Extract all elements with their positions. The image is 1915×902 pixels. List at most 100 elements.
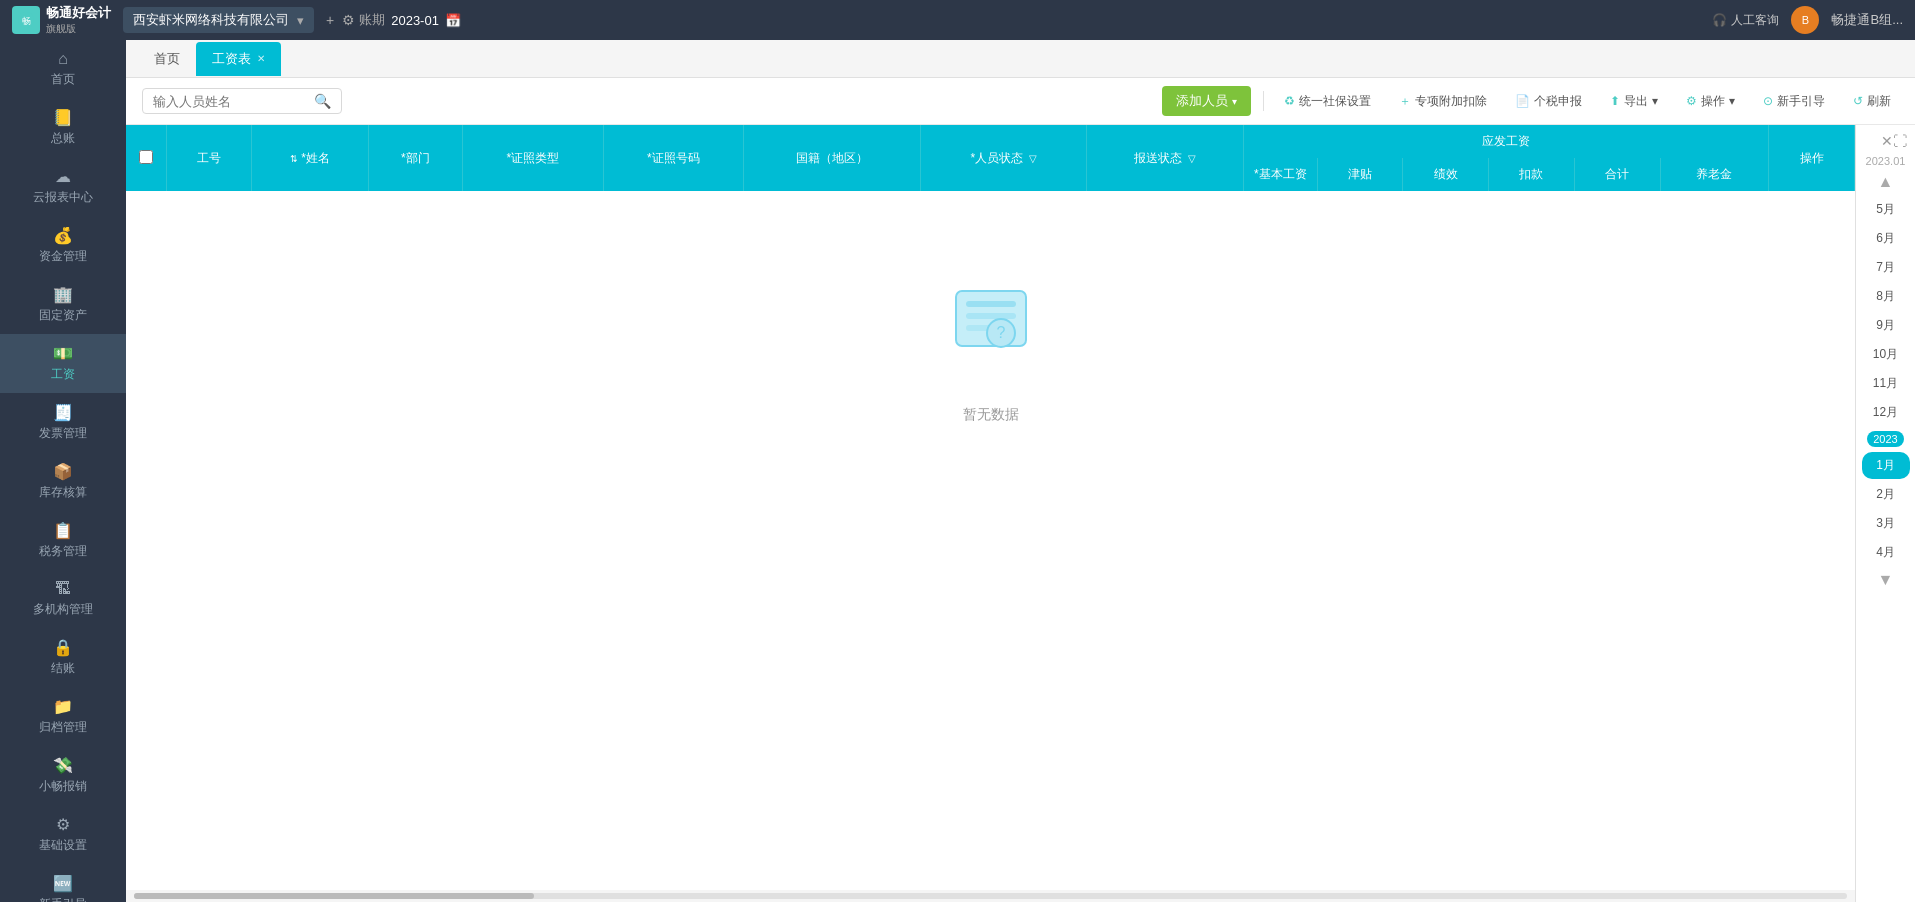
table-area: 工号 ⇅ *姓名 *部门 *证照类型 *证照号码 国籍（地区） xyxy=(126,125,1855,902)
th-dept: *部门 xyxy=(368,125,463,191)
svg-rect-3 xyxy=(966,301,1016,307)
sidebar-label-home: 首页 xyxy=(51,71,75,88)
th-report-status: 报送状态 ▽ xyxy=(1086,125,1243,191)
right-panel-expand-btn[interactable]: ⛶ xyxy=(1893,133,1907,149)
settings-btn[interactable]: ⚙ xyxy=(338,8,359,32)
sidebar-item-fund[interactable]: 💰 资金管理 xyxy=(0,216,126,275)
social-security-btn[interactable]: ♻ 统一社保设置 xyxy=(1276,89,1379,114)
month-3[interactable]: 3月 xyxy=(1862,510,1910,537)
user-area: 🎧 人工客询 B 畅捷通B组... xyxy=(1712,6,1903,34)
period-calendar-icon[interactable]: 📅 xyxy=(445,13,461,28)
svg-text:?: ? xyxy=(996,324,1005,341)
company-name: 西安虾米网络科技有限公司 xyxy=(133,11,289,29)
th-allowance: 津贴 xyxy=(1317,158,1403,191)
sidebar-item-home[interactable]: ⌂ 首页 xyxy=(0,40,126,98)
guide-icon: 🆕 xyxy=(53,874,73,893)
add-company-btn[interactable]: + xyxy=(322,8,338,32)
th-base-salary: *基本工资 xyxy=(1243,158,1317,191)
month-2[interactable]: 2月 xyxy=(1862,481,1910,508)
period-value: 2023-01 xyxy=(391,13,439,28)
sidebar-label-archive: 归档管理 xyxy=(39,719,87,736)
tab-salary-label: 工资表 xyxy=(212,50,251,68)
add-person-btn[interactable]: 添加人员 ▾ xyxy=(1162,86,1251,116)
sidebar-item-settings[interactable]: ⚙ 基础设置 xyxy=(0,805,126,864)
search-input[interactable] xyxy=(153,94,314,109)
company-selector[interactable]: 西安虾米网络科技有限公司 ▾ xyxy=(123,7,314,33)
scrollbar-thumb[interactable] xyxy=(134,893,534,899)
th-insurance: 养老金 xyxy=(1660,158,1769,191)
multi-org-icon: 🏗 xyxy=(55,580,71,598)
sidebar-label-settings: 基础设置 xyxy=(39,837,87,854)
year-2023-badge: 2023 xyxy=(1867,431,1903,447)
report-status-filter-icon[interactable]: ▽ xyxy=(1188,153,1196,164)
refresh-btn[interactable]: ↺ 刷新 xyxy=(1845,89,1899,114)
status-filter-icon[interactable]: ▽ xyxy=(1029,153,1037,164)
month-7[interactable]: 7月 xyxy=(1862,254,1910,281)
sidebar-label-multi-org: 多机构管理 xyxy=(33,601,93,618)
new-guide-btn[interactable]: ⊙ 新手引导 xyxy=(1755,89,1833,114)
month-5[interactable]: 5月 xyxy=(1862,196,1910,223)
month-1-active[interactable]: 1月 xyxy=(1862,452,1910,479)
sidebar-item-multi-org[interactable]: 🏗 多机构管理 xyxy=(0,570,126,628)
tab-salary-table[interactable]: 工资表 ✕ xyxy=(196,42,281,76)
fund-icon: 💰 xyxy=(53,226,73,245)
headset-icon: 🎧 xyxy=(1712,13,1727,27)
special-deduction-btn[interactable]: ＋ 专项附加扣除 xyxy=(1391,89,1495,114)
month-9[interactable]: 9月 xyxy=(1862,312,1910,339)
right-panel-close-btn[interactable]: ✕ xyxy=(1881,133,1893,149)
operation-label: 操作 xyxy=(1701,93,1725,110)
add-person-label: 添加人员 xyxy=(1176,92,1228,110)
tab-home-label: 首页 xyxy=(154,50,180,68)
sidebar-item-invoice[interactable]: 🧾 发票管理 xyxy=(0,393,126,452)
operation-btn[interactable]: ⚙ 操作 ▾ xyxy=(1678,89,1743,114)
th-deduction: 扣款 xyxy=(1489,158,1575,191)
th-region: 国籍（地区） xyxy=(743,125,920,191)
sidebar-item-inventory[interactable]: 📦 库存核算 xyxy=(0,452,126,511)
export-btn[interactable]: ⬆ 导出 ▾ xyxy=(1602,89,1666,114)
sidebar-label-invoice: 发票管理 xyxy=(39,425,87,442)
content-area: 首页 工资表 ✕ 🔍 添加人员 ▾ xyxy=(126,40,1915,902)
th-salary-group: 应发工资 xyxy=(1243,125,1768,158)
right-month-panel: ✕ ⛶ 2023.01 ▲ 5月 6月 7月 8月 9月 10月 11月 12月… xyxy=(1855,125,1915,902)
user-avatar: B xyxy=(1791,6,1819,34)
tax-report-label: 个税申报 xyxy=(1534,93,1582,110)
tab-bar: 首页 工资表 ✕ xyxy=(126,40,1915,78)
tab-home[interactable]: 首页 xyxy=(138,42,196,76)
service-btn[interactable]: 🎧 人工客询 xyxy=(1712,12,1779,29)
month-11[interactable]: 11月 xyxy=(1862,370,1910,397)
app-logo: 畅 畅通好会计 旗舰版 xyxy=(12,4,111,36)
sidebar-item-archive[interactable]: 📁 归档管理 xyxy=(0,687,126,746)
add-btn-dropdown-arrow: ▾ xyxy=(1232,96,1237,107)
sidebar-item-close[interactable]: 🔒 结账 xyxy=(0,628,126,687)
logo-subtitle: 旗舰版 xyxy=(46,22,111,36)
service-label: 人工客询 xyxy=(1731,12,1779,29)
sidebar-item-salary[interactable]: 💵 工资 xyxy=(0,334,126,393)
month-8[interactable]: 8月 xyxy=(1862,283,1910,310)
sidebar-item-fixed-asset[interactable]: 🏢 固定资产 xyxy=(0,275,126,334)
svg-text:畅: 畅 xyxy=(22,16,31,26)
sidebar-label-fixed-asset: 固定资产 xyxy=(39,307,87,324)
sidebar-item-cloud-report[interactable]: ☁ 云报表中心 xyxy=(0,157,126,216)
search-wrap: 🔍 xyxy=(142,88,342,114)
new-guide-label: 新手引导 xyxy=(1777,93,1825,110)
operation-icon: ⚙ xyxy=(1686,94,1697,108)
month-10[interactable]: 10月 xyxy=(1862,341,1910,368)
fixed-asset-icon: 🏢 xyxy=(53,285,73,304)
sidebar-item-tax[interactable]: 📋 税务管理 xyxy=(0,511,126,570)
month-6[interactable]: 6月 xyxy=(1862,225,1910,252)
sidebar-item-guide[interactable]: 🆕 新手引导 xyxy=(0,864,126,902)
scroll-down-btn[interactable]: ▼ xyxy=(1874,567,1898,593)
sep-1 xyxy=(1263,91,1264,111)
month-12[interactable]: 12月 xyxy=(1862,399,1910,426)
tab-close-icon[interactable]: ✕ xyxy=(257,53,265,64)
sidebar-item-expense[interactable]: 💸 小畅报销 xyxy=(0,746,126,805)
inventory-icon: 📦 xyxy=(53,462,73,481)
month-4[interactable]: 4月 xyxy=(1862,539,1910,566)
scroll-up-btn[interactable]: ▲ xyxy=(1874,169,1898,195)
table-header-row-1: 工号 ⇅ *姓名 *部门 *证照类型 *证照号码 国籍（地区） xyxy=(126,125,1855,158)
tax-report-btn[interactable]: 📄 个税申报 xyxy=(1507,89,1590,114)
empty-icon: ? xyxy=(941,271,1041,390)
empty-text: 暂无数据 xyxy=(963,406,1019,424)
sidebar-item-ledger[interactable]: 📒 总账 xyxy=(0,98,126,157)
select-all-checkbox[interactable] xyxy=(139,150,153,164)
